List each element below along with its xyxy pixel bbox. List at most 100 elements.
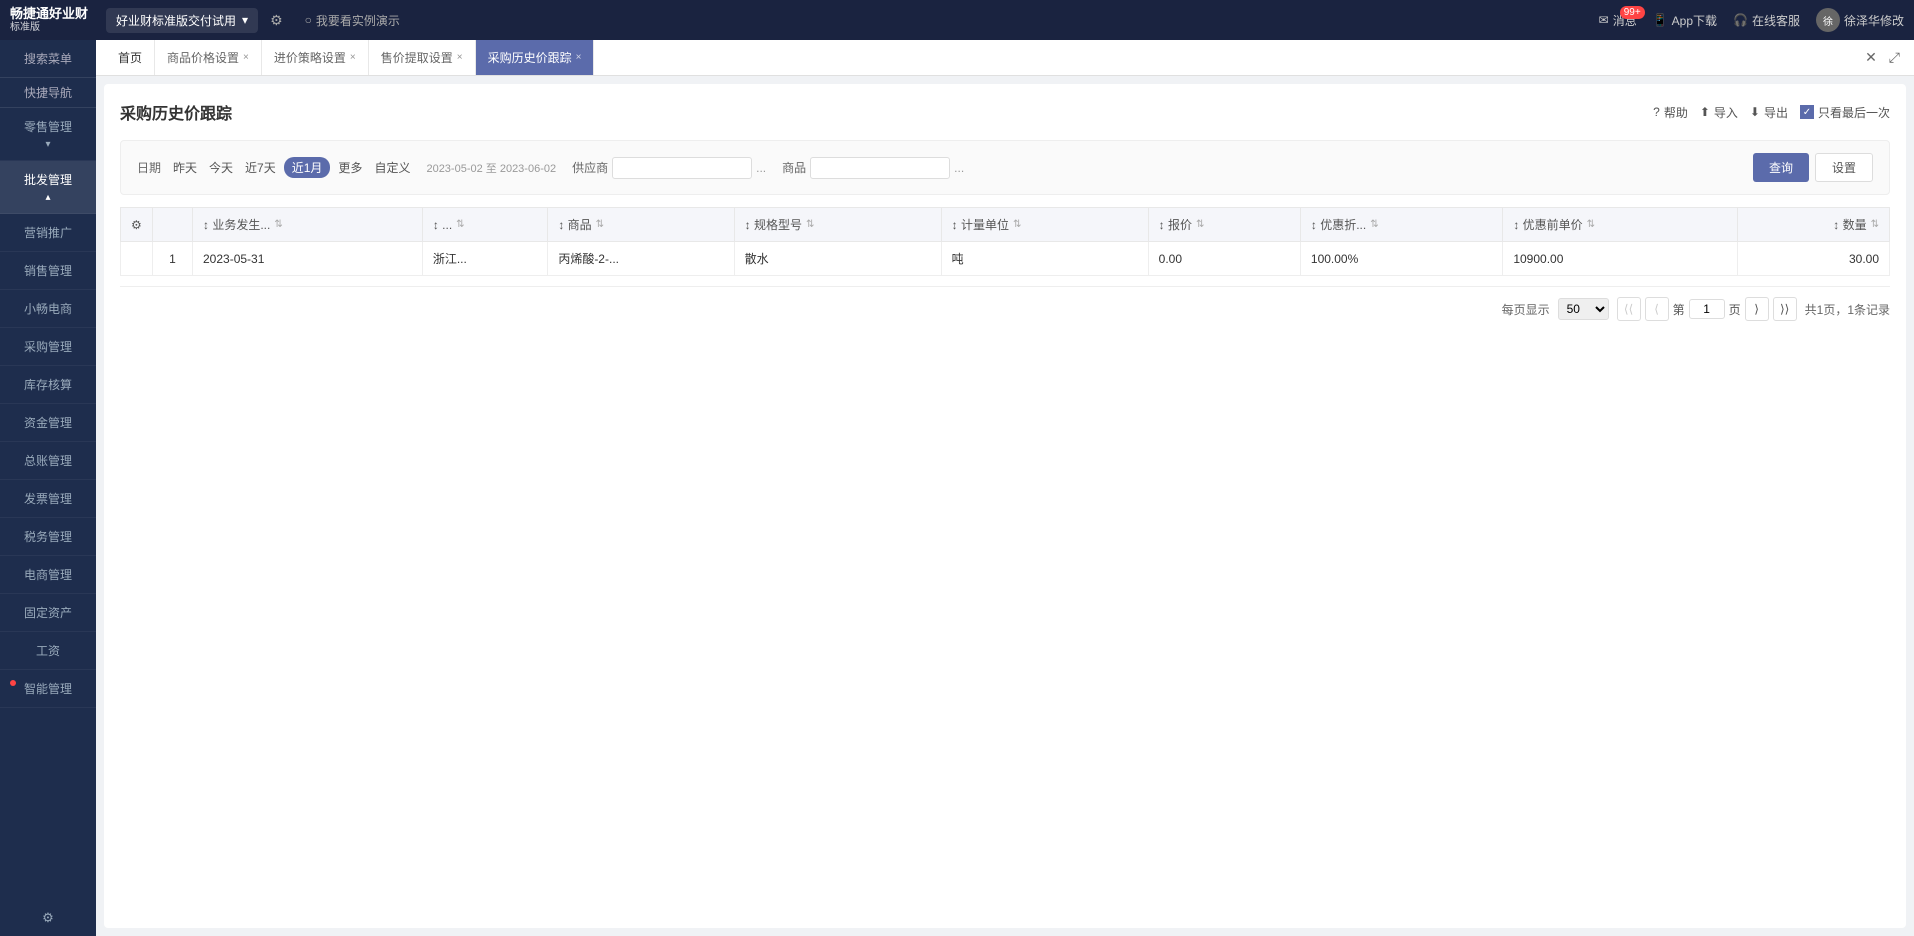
app-download-item[interactable]: 📱 App下载 [1653, 12, 1717, 29]
sidebar-item-invoice[interactable]: 发票管理 [0, 480, 96, 518]
tab-purchase-strategy-close[interactable]: × [350, 52, 356, 63]
sidebar-item-ecommerce-small-label: 小畅电商 [24, 300, 72, 317]
data-table: ⚙ ↕ 业务发生... ⇅ ↕ ... [120, 207, 1890, 276]
supplier-filter-label: 供应商 [572, 159, 608, 176]
per-page-select[interactable]: 50 20 100 200 [1558, 298, 1609, 320]
sidebar-settings-button[interactable]: ⚙ [0, 900, 96, 936]
th-price-label: ↕ 报价 [1159, 216, 1192, 233]
tab-purchase-history[interactable]: 采购历史价跟踪 × [476, 40, 595, 76]
help-button[interactable]: ? 帮助 [1653, 104, 1688, 121]
product-settings-button[interactable]: ⚙ [266, 8, 287, 33]
tab-purchase-strategy[interactable]: 进价策略设置 × [262, 40, 369, 76]
date-opt-more[interactable]: 更多 [334, 157, 366, 178]
row-more: 浙江... [433, 252, 467, 266]
dropdown-icon: ▾ [242, 13, 248, 27]
page-last-button[interactable]: ⟩⟩ [1773, 297, 1797, 321]
th-orig-price-label: ↕ 优惠前单价 [1513, 216, 1582, 233]
sidebar-search[interactable]: 搜索菜单 [0, 40, 96, 78]
demo-icon: ○ [305, 13, 312, 27]
date-opt-custom[interactable]: 自定义 [370, 157, 414, 178]
search-menu-label[interactable]: 搜索菜单 [8, 50, 88, 67]
user-info[interactable]: 徐 徐泽华修改 [1816, 8, 1904, 32]
page-next-button[interactable]: ⟩ [1745, 297, 1769, 321]
tab-goods-price-close[interactable]: × [243, 52, 249, 63]
sidebar-item-wholesale[interactable]: 批发管理 ▴ [0, 161, 96, 214]
product-selector[interactable]: 好业财标准版交付试用 ▾ [106, 8, 258, 33]
query-button[interactable]: 查询 [1753, 153, 1809, 182]
user-name: 徐泽华修改 [1844, 12, 1904, 29]
sidebar-item-inventory[interactable]: 库存核算 [0, 366, 96, 404]
online-service-item[interactable]: 🎧 在线客服 [1733, 12, 1800, 29]
th-price-sort-icon[interactable]: ⇅ [1196, 219, 1204, 230]
page-prev-button[interactable]: ⟨ [1645, 297, 1669, 321]
date-opt-today[interactable]: 今天 [205, 157, 237, 178]
online-service-icon: 🎧 [1733, 13, 1748, 27]
import-button[interactable]: ⬆ 导入 [1700, 104, 1738, 121]
tab-purchase-history-close[interactable]: × [576, 52, 582, 63]
table-row: 1 2023-05-31 浙江... 丙烯酸-2-... [121, 242, 1890, 276]
page-number-input[interactable] [1689, 299, 1725, 319]
sidebar-quick-nav[interactable]: 快捷导航 [0, 78, 96, 108]
sidebar: 搜索菜单 快捷导航 零售管理 ▾ 批发管理 ▴ 营销推广 销售管理 小畅电商 采… [0, 40, 96, 936]
sidebar-item-marketing[interactable]: 营销推广 [0, 214, 96, 252]
tab-goods-price[interactable]: 商品价格设置 × [155, 40, 262, 76]
date-options: 昨天 今天 近7天 近1月 更多 自定义 [169, 157, 414, 178]
goods-filter-group: 商品 ... [782, 157, 964, 179]
table-body: 1 2023-05-31 浙江... 丙烯酸-2-... [121, 242, 1890, 276]
sidebar-item-purchase[interactable]: 采购管理 [0, 328, 96, 366]
sidebar-item-salary[interactable]: 工资 [0, 632, 96, 670]
goods-more-btn[interactable]: ... [954, 161, 964, 175]
tab-close-window-button[interactable]: ✕ [1861, 45, 1881, 70]
th-quantity: ↕ 数量 ⇅ [1737, 208, 1889, 242]
sidebar-item-ecommerce[interactable]: 电商管理 [0, 556, 96, 594]
filter-settings-button[interactable]: 设置 [1815, 153, 1873, 182]
sidebar-item-ecommerce-small[interactable]: 小畅电商 [0, 290, 96, 328]
tab-price-extract[interactable]: 售价提取设置 × [369, 40, 476, 76]
sidebar-item-retail[interactable]: 零售管理 ▾ [0, 108, 96, 161]
th-more-sort-icon[interactable]: ⇅ [456, 219, 464, 230]
row-orig-price-cell: 10900.00 [1503, 242, 1737, 276]
sidebar-item-smart[interactable]: 智能管理 [0, 670, 96, 708]
sidebar-item-finance[interactable]: 资金管理 [0, 404, 96, 442]
th-goods-label: ↕ 商品 [558, 216, 591, 233]
th-discount-sort-icon[interactable]: ⇅ [1370, 219, 1378, 230]
date-opt-yesterday[interactable]: 昨天 [169, 157, 201, 178]
only-last-checkbox[interactable]: ✓ 只看最后一次 [1800, 104, 1890, 121]
th-orig-price-sort-icon[interactable]: ⇅ [1587, 219, 1595, 230]
page-nav: ⟨⟨ ⟨ 第 页 ⟩ ⟩⟩ [1617, 297, 1797, 321]
th-quantity-sort-icon[interactable]: ⇅ [1871, 219, 1879, 230]
date-filter-label: 日期 [137, 159, 161, 176]
supplier-more-btn[interactable]: ... [756, 161, 766, 175]
date-opt-1month[interactable]: 近1月 [284, 157, 331, 178]
th-spec-sort-icon[interactable]: ⇅ [806, 219, 814, 230]
top-bar-right: ✉ 消息 99+ 📱 App下载 🎧 在线客服 徐 徐泽华修改 [1599, 8, 1904, 32]
row-goods-cell: 丙烯酸-2-... [548, 242, 734, 276]
settings-gear-icon[interactable]: ⚙ [42, 910, 54, 926]
sidebar-item-fixed-assets[interactable]: 固定资产 [0, 594, 96, 632]
tab-home[interactable]: 首页 [106, 40, 155, 76]
sidebar-item-tax[interactable]: 税务管理 [0, 518, 96, 556]
messages-item[interactable]: ✉ 消息 99+ [1599, 12, 1637, 29]
sidebar-item-sales[interactable]: 销售管理 [0, 252, 96, 290]
export-button[interactable]: ⬇ 导出 [1750, 104, 1788, 121]
sidebar-item-accounting[interactable]: 总账管理 [0, 442, 96, 480]
sidebar-item-fixed-assets-label: 固定资产 [24, 604, 72, 621]
th-goods-sort-icon[interactable]: ⇅ [596, 219, 604, 230]
page-first-button[interactable]: ⟨⟨ [1617, 297, 1641, 321]
tab-expand-button[interactable]: ⤢ [1885, 45, 1904, 70]
date-opt-7days[interactable]: 近7天 [241, 157, 280, 178]
import-icon: ⬆ [1700, 105, 1710, 119]
row-discount: 100.00% [1311, 252, 1358, 266]
goods-input[interactable] [810, 157, 950, 179]
demo-button[interactable]: ○ 我要看实例演示 [305, 12, 400, 29]
settings-col-icon[interactable]: ⚙ [131, 218, 142, 232]
app-download-label: App下载 [1672, 12, 1717, 29]
tab-price-extract-close[interactable]: × [457, 52, 463, 63]
quick-nav-label[interactable]: 快捷导航 [8, 84, 88, 101]
th-date-sort-icon[interactable]: ⇅ [274, 219, 282, 230]
only-last-checkbox-box[interactable]: ✓ [1800, 105, 1814, 119]
sidebar-item-inventory-label: 库存核算 [24, 376, 72, 393]
th-unit-sort-icon[interactable]: ⇅ [1013, 219, 1021, 230]
supplier-input[interactable] [612, 157, 752, 179]
date-filter-group: 日期 昨天 今天 近7天 近1月 更多 自定义 2023-05-02 至 202… [137, 157, 556, 178]
